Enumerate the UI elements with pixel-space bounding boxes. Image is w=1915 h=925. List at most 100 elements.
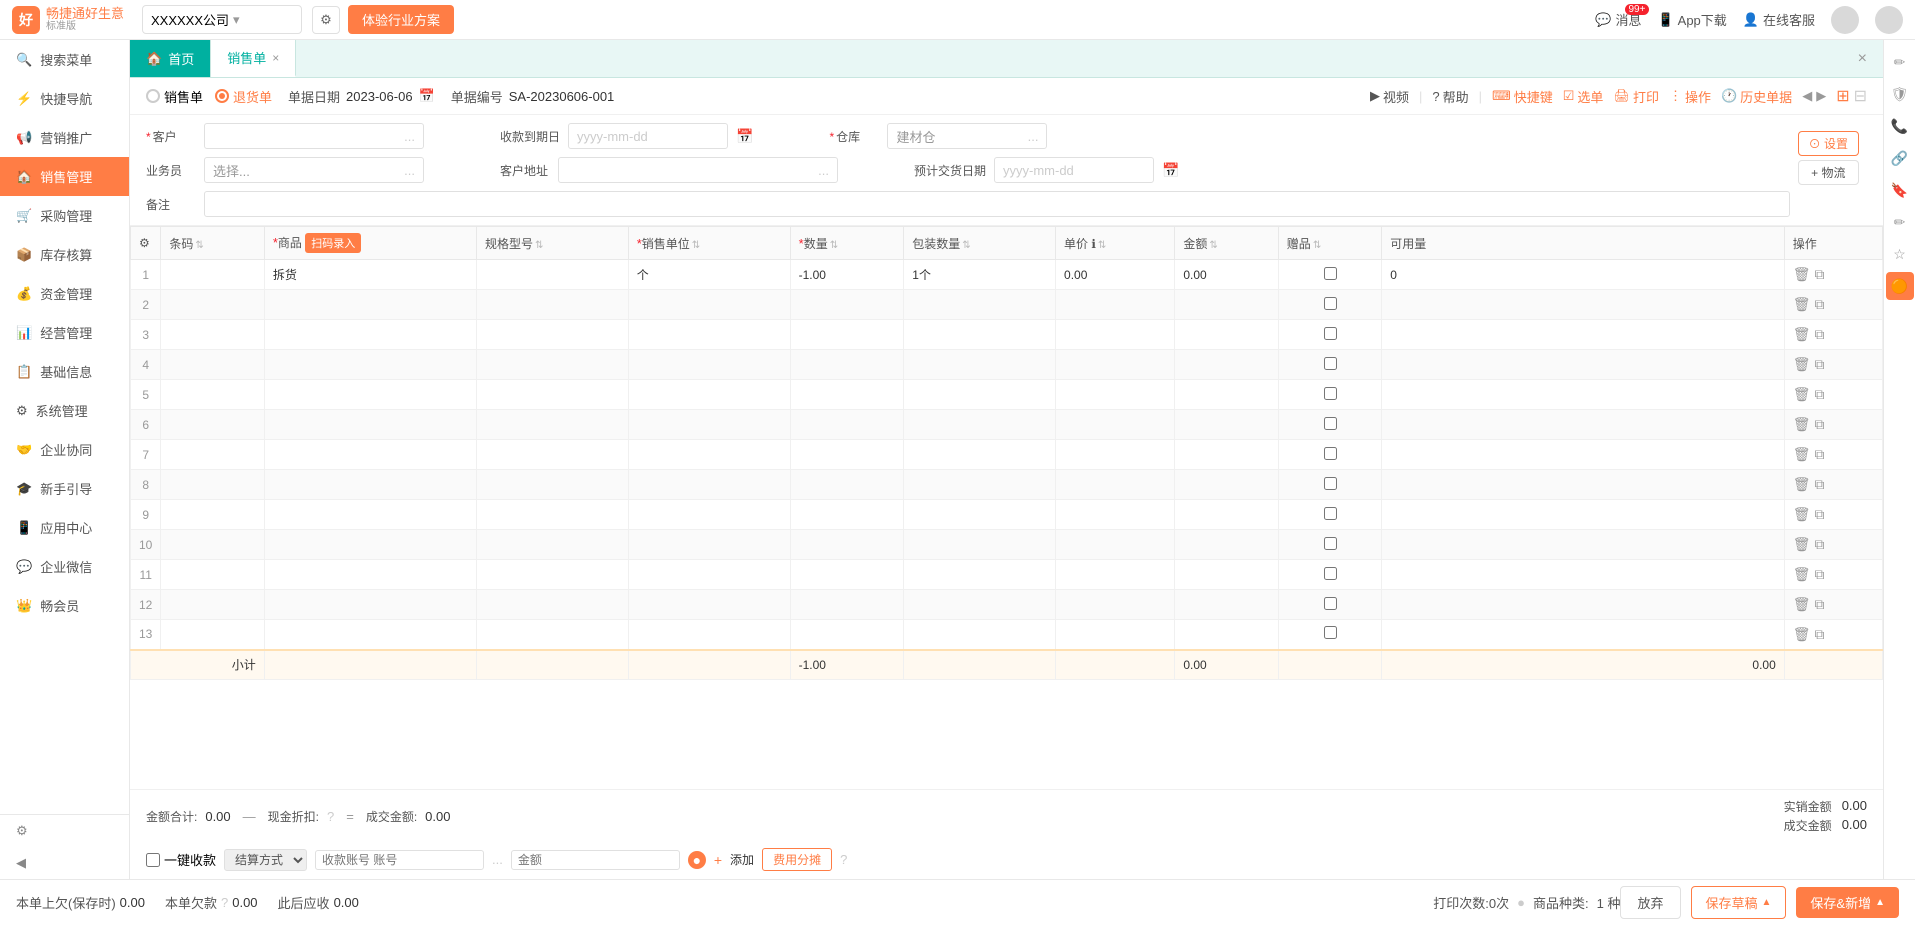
row-pack-qty[interactable] — [904, 590, 1056, 620]
right-icon-edit[interactable]: ✏ — [1886, 48, 1914, 76]
row-price[interactable] — [1056, 470, 1175, 500]
row-spec[interactable] — [476, 260, 628, 290]
settings-icon-btn[interactable]: ⚙ — [312, 6, 340, 34]
sidebar-item-operations[interactable]: 📊 经营管理 — [0, 313, 129, 352]
warehouse-input[interactable]: 建材仓 ... — [887, 123, 1047, 149]
expense-btn[interactable]: 费用分摊 — [762, 848, 832, 871]
row-amount[interactable] — [1175, 560, 1278, 590]
row-unit[interactable] — [628, 620, 790, 650]
row-product[interactable] — [264, 410, 476, 440]
row-product[interactable] — [264, 440, 476, 470]
payment-amount-input[interactable] — [511, 850, 680, 870]
right-icon-pencil2[interactable]: ✏ — [1886, 208, 1914, 236]
row-barcode[interactable] — [161, 320, 264, 350]
row-product[interactable] — [264, 500, 476, 530]
row-product[interactable] — [264, 380, 476, 410]
row-price[interactable]: 0.00 — [1056, 260, 1175, 290]
delete-row-btn[interactable]: 🗑 — [1793, 506, 1811, 523]
row-qty[interactable] — [790, 500, 904, 530]
sidebar-item-member[interactable]: 👑 畅会员 — [0, 586, 129, 625]
sidebar-item-wechat[interactable]: 💬 企业微信 — [0, 547, 129, 586]
radio-return[interactable]: 退货单 — [215, 87, 272, 106]
row-pack-qty[interactable] — [904, 470, 1056, 500]
grid-view-icon[interactable]: ⊞ — [1836, 86, 1849, 106]
row-price[interactable] — [1056, 440, 1175, 470]
message-btn[interactable]: 💬 消息 99+ — [1595, 10, 1641, 29]
row-price[interactable] — [1056, 350, 1175, 380]
row-amount[interactable] — [1175, 320, 1278, 350]
payment-method-select[interactable]: 结算方式 — [224, 849, 307, 871]
row-amount[interactable] — [1175, 410, 1278, 440]
row-qty[interactable] — [790, 590, 904, 620]
next-icon[interactable]: ▶ — [1816, 88, 1826, 104]
row-barcode[interactable] — [161, 290, 264, 320]
row-gift[interactable] — [1278, 260, 1381, 290]
row-product[interactable]: 拆货 — [264, 260, 476, 290]
close-window-icon[interactable]: × — [1850, 50, 1875, 68]
copy-row-btn[interactable]: ⧉ — [1815, 416, 1825, 433]
row-qty[interactable] — [790, 620, 904, 650]
row-barcode[interactable] — [161, 440, 264, 470]
copy-row-btn[interactable]: ⧉ — [1815, 506, 1825, 523]
row-unit[interactable] — [628, 530, 790, 560]
row-amount[interactable] — [1175, 620, 1278, 650]
row-pack-qty[interactable] — [904, 290, 1056, 320]
row-qty[interactable] — [790, 320, 904, 350]
row-unit[interactable] — [628, 560, 790, 590]
copy-row-btn[interactable]: ⧉ — [1815, 446, 1825, 463]
row-barcode[interactable] — [161, 620, 264, 650]
row-gift[interactable] — [1278, 590, 1381, 620]
row-spec[interactable] — [476, 320, 628, 350]
row-gift[interactable] — [1278, 350, 1381, 380]
right-icon-link[interactable]: 🔗 — [1886, 144, 1914, 172]
right-icon-orange[interactable]: 🟠 — [1886, 272, 1914, 300]
delete-row-btn[interactable]: 🗑 — [1793, 386, 1811, 403]
row-amount[interactable]: 0.00 — [1175, 260, 1278, 290]
customer-input[interactable]: ... — [204, 123, 424, 149]
delete-row-btn[interactable]: 🗑 — [1793, 596, 1811, 613]
sidebar-collapse-btn[interactable]: ◀ — [0, 847, 129, 879]
row-price[interactable] — [1056, 410, 1175, 440]
row-barcode[interactable] — [161, 260, 264, 290]
sidebar-item-base[interactable]: 📋 基础信息 — [0, 352, 129, 391]
sidebar-item-purchase[interactable]: 🛒 采购管理 — [0, 196, 129, 235]
sidebar-settings-btn[interactable]: ⚙ — [0, 815, 129, 847]
row-spec[interactable] — [476, 410, 628, 440]
user-avatar[interactable] — [1831, 6, 1859, 34]
row-barcode[interactable] — [161, 470, 264, 500]
delete-row-btn[interactable]: 🗑 — [1793, 356, 1811, 373]
row-product[interactable] — [264, 470, 476, 500]
copy-row-btn[interactable]: ⧉ — [1815, 476, 1825, 493]
abandon-button[interactable]: 放弃 — [1620, 886, 1680, 919]
row-qty[interactable] — [790, 470, 904, 500]
operate-btn[interactable]: ⋮ 操作 — [1669, 87, 1711, 106]
payment-account-input[interactable] — [315, 850, 484, 870]
logistics-button[interactable]: + 物流 — [1798, 160, 1859, 185]
row-amount[interactable] — [1175, 500, 1278, 530]
row-product[interactable] — [264, 560, 476, 590]
list-view-icon[interactable]: ⊟ — [1854, 86, 1867, 106]
row-qty[interactable] — [790, 440, 904, 470]
row-spec[interactable] — [476, 380, 628, 410]
copy-row-btn[interactable]: ⧉ — [1815, 566, 1825, 583]
history-btn[interactable]: 🕐 历史单据 — [1721, 87, 1792, 106]
row-qty[interactable] — [790, 380, 904, 410]
row-gift[interactable] — [1278, 470, 1381, 500]
row-barcode[interactable] — [161, 380, 264, 410]
row-spec[interactable] — [476, 500, 628, 530]
row-unit[interactable] — [628, 320, 790, 350]
sidebar-item-marketing[interactable]: 📢 营销推广 — [0, 118, 129, 157]
row-product[interactable] — [264, 320, 476, 350]
row-qty[interactable] — [790, 290, 904, 320]
row-price[interactable] — [1056, 530, 1175, 560]
sidebar-item-sales[interactable]: 🏠 销售管理 — [0, 157, 129, 196]
row-barcode[interactable] — [161, 500, 264, 530]
sidebar-item-system[interactable]: ⚙ 系统管理 — [0, 391, 129, 430]
save-draft-button[interactable]: 保存草稿 ▲ — [1691, 886, 1787, 919]
save-new-button[interactable]: 保存&新增 ▲ — [1796, 887, 1899, 918]
tab-home[interactable]: 🏠 首页 — [130, 40, 211, 77]
setting-button[interactable]: ⊙ 设置 — [1798, 131, 1859, 156]
row-price[interactable] — [1056, 560, 1175, 590]
print-btn[interactable]: 🖨 打印 — [1613, 87, 1659, 106]
add-payment-btn[interactable]: ● — [688, 851, 706, 869]
